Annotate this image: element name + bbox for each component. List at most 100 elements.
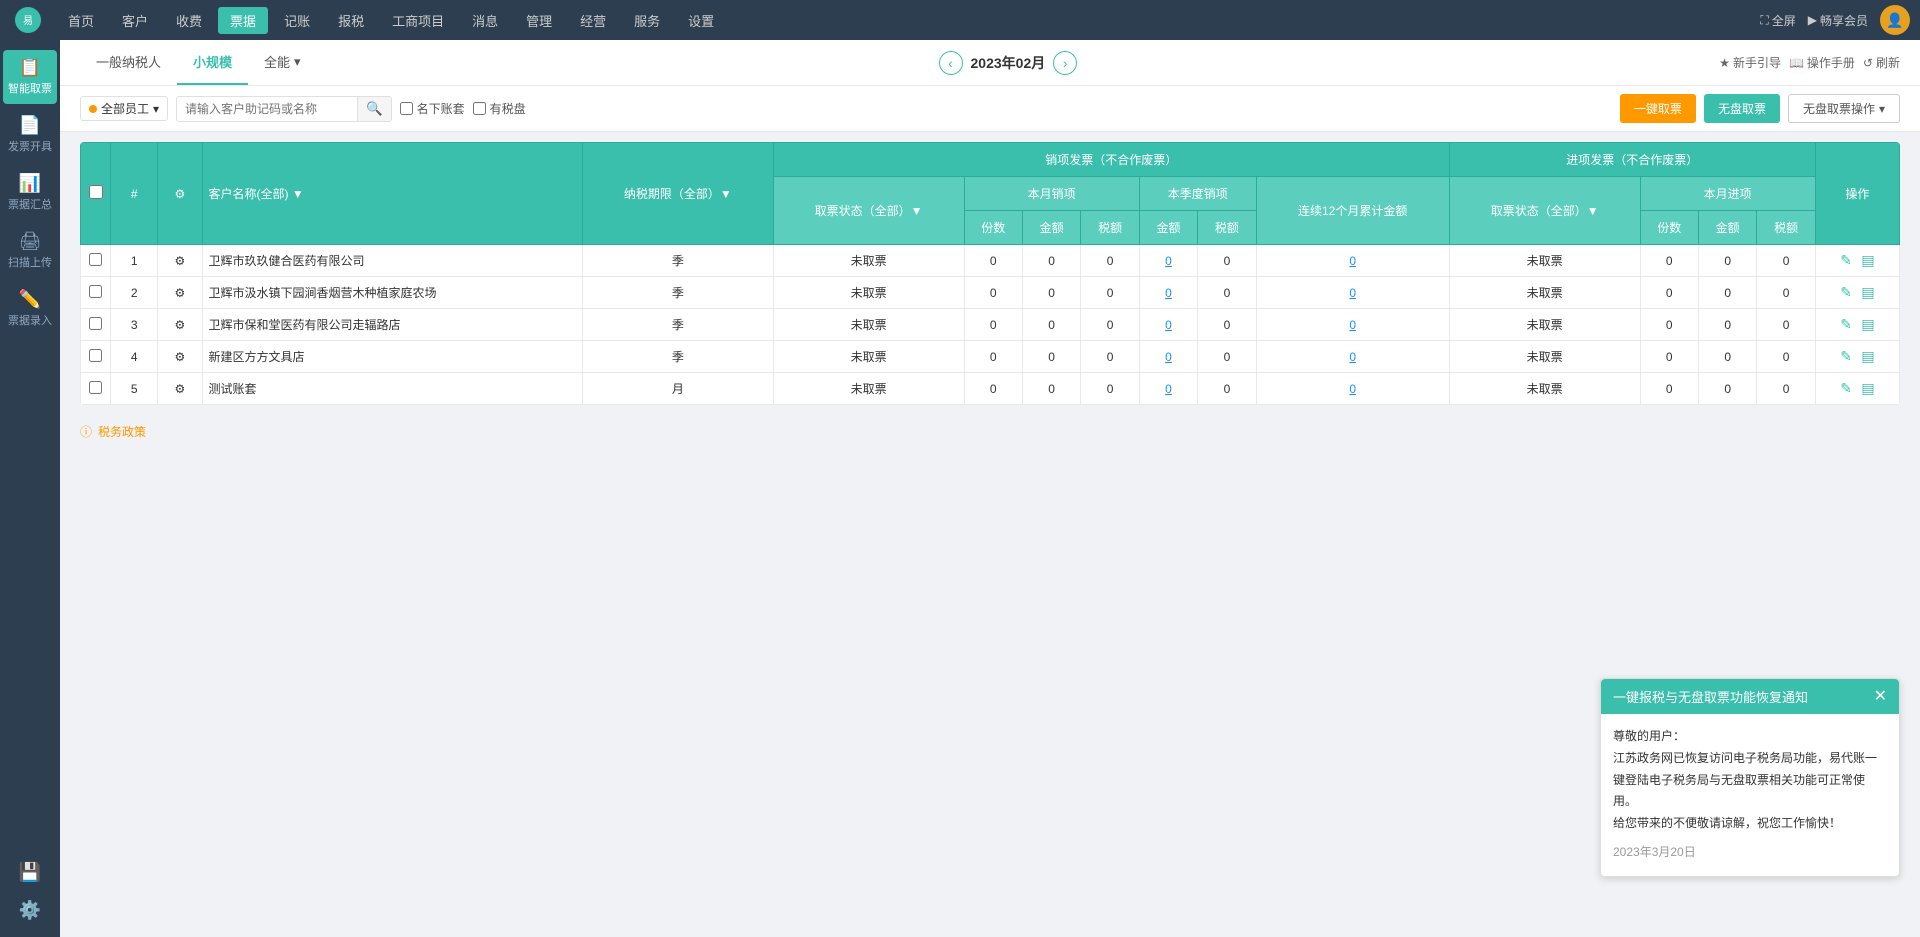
edit-icon[interactable]: ✎: [1840, 252, 1852, 268]
nav-item-服务[interactable]: 服务: [622, 7, 672, 34]
row-checkbox[interactable]: [89, 317, 102, 330]
search-button[interactable]: 🔍: [357, 97, 391, 121]
nav-item-票据[interactable]: 票据: [218, 7, 268, 34]
row-sales-month-amount: 0: [1022, 373, 1080, 405]
sidebar-item-发票开具[interactable]: 📄发票开具: [3, 108, 57, 162]
row-purchase-month-amount: 0: [1698, 309, 1756, 341]
col-month-purchase-header: 本月进项: [1640, 177, 1815, 211]
nav-item-工商项目[interactable]: 工商项目: [380, 7, 456, 34]
row-checkbox-cell: [81, 277, 111, 309]
row-settings: ⚙: [158, 277, 202, 309]
filter-my-accounts[interactable]: 名下账套: [400, 100, 465, 117]
row-sales-month-tax: 0: [1081, 309, 1139, 341]
row-sales-month-tax: 0: [1081, 373, 1139, 405]
fullscreen-btn[interactable]: ⛶ 全屏: [1760, 12, 1795, 29]
row-index: 5: [111, 373, 158, 405]
nav-item-收费[interactable]: 收费: [164, 7, 214, 34]
no-disk-ops-btn[interactable]: 无盘取票操作 ▾: [1788, 94, 1900, 123]
select-all-checkbox[interactable]: [89, 185, 103, 199]
filter-has-disk[interactable]: 有税盘: [473, 100, 526, 117]
period-prev-btn[interactable]: ‹: [939, 51, 963, 75]
col-client-header[interactable]: 客户名称(全部) ▼: [202, 143, 582, 245]
row-sales-12months: 0: [1256, 341, 1449, 373]
view-icon[interactable]: ▤: [1861, 284, 1874, 300]
guide-icon: ★: [1719, 56, 1730, 70]
sidebar-bottom: 💾 ⚙️: [3, 855, 57, 937]
edit-icon[interactable]: ✎: [1840, 380, 1852, 396]
edit-icon[interactable]: ✎: [1840, 316, 1852, 332]
member-btn[interactable]: ▶ 畅享会员: [1808, 12, 1868, 29]
view-icon[interactable]: ▤: [1861, 380, 1874, 396]
row-sales-season-amount: 0: [1139, 309, 1197, 341]
guide-btn[interactable]: ★ 新手引导: [1719, 54, 1781, 71]
refresh-btn[interactable]: ↺ 刷新: [1863, 54, 1900, 71]
row-purchase-month-tax: 0: [1757, 309, 1815, 341]
sidebar-icon: ✏️: [19, 290, 41, 308]
sidebar-item-智能取票[interactable]: 📋智能取票: [3, 50, 57, 104]
row-purchase-status: 未取票: [1449, 245, 1640, 277]
one-click-fetch-btn[interactable]: 一键取票: [1620, 94, 1696, 123]
row-actions: ✎ ▤: [1815, 373, 1899, 405]
row-checkbox[interactable]: [89, 381, 102, 394]
row-checkbox[interactable]: [89, 253, 102, 266]
nav-item-记账[interactable]: 记账: [272, 7, 322, 34]
nav-item-设置[interactable]: 设置: [676, 7, 726, 34]
tab-all[interactable]: 全能 ▾: [248, 40, 317, 85]
row-client: 测试账套: [202, 373, 582, 405]
tab-small-scale[interactable]: 小规模: [177, 40, 248, 85]
sidebar-item-票据汇总[interactable]: 📊票据汇总: [3, 166, 57, 220]
nav-item-客户[interactable]: 客户: [110, 7, 160, 34]
tax-policy-footer[interactable]: ⓘ 税务政策: [60, 415, 1920, 448]
col-period-header[interactable]: 纳税期限（全部）▼: [582, 143, 773, 245]
sidebar-item-扫描上传[interactable]: 🖨扫描上传: [3, 224, 57, 278]
view-icon[interactable]: ▤: [1861, 252, 1874, 268]
row-purchase-month-count: 0: [1640, 309, 1698, 341]
row-checkbox[interactable]: [89, 349, 102, 362]
sidebar-bottom-item[interactable]: 💾: [3, 855, 57, 889]
employee-select[interactable]: 全部员工 ▾: [80, 96, 168, 121]
no-disk-fetch-btn[interactable]: 无盘取票: [1704, 94, 1780, 123]
nav-item-管理[interactable]: 管理: [514, 7, 564, 34]
row-sales-month-amount: 0: [1022, 245, 1080, 277]
row-sales-status: 未取票: [773, 341, 964, 373]
view-icon[interactable]: ▤: [1861, 316, 1874, 332]
toolbar: 全部员工 ▾ 🔍 名下账套 有税盘 一键取票 无盘取票: [60, 86, 1920, 132]
sidebar-bottom-item[interactable]: ⚙️: [3, 893, 57, 927]
purchase-month-amount-header: 金额: [1698, 211, 1756, 245]
row-sales-season-amount: 0: [1139, 341, 1197, 373]
search-input[interactable]: [177, 98, 357, 120]
row-settings: ⚙: [158, 245, 202, 277]
nav-item-首页[interactable]: 首页: [56, 7, 106, 34]
col-ops-header: 操作: [1815, 143, 1899, 245]
sales-season-amount-header: 金额: [1139, 211, 1197, 245]
period-next-btn[interactable]: ›: [1053, 51, 1077, 75]
notification-close-btn[interactable]: ✕: [1874, 689, 1887, 705]
filter-has-disk-checkbox[interactable]: [473, 102, 486, 115]
col-settings-header: ⚙: [158, 143, 202, 245]
col-purchase-status-header[interactable]: 取票状态（全部）▼: [1449, 177, 1640, 245]
row-index: 4: [111, 341, 158, 373]
nav-item-经营[interactable]: 经营: [568, 7, 618, 34]
row-purchase-month-count: 0: [1640, 277, 1698, 309]
tab-general-taxpayer[interactable]: 一般纳税人: [80, 40, 177, 85]
tax-policy-link[interactable]: 税务政策: [98, 423, 146, 440]
row-client: 卫辉市玖玖健合医药有限公司: [202, 245, 582, 277]
filter-my-accounts-checkbox[interactable]: [400, 102, 413, 115]
edit-icon[interactable]: ✎: [1840, 284, 1852, 300]
row-purchase-month-amount: 0: [1698, 341, 1756, 373]
row-purchase-month-tax: 0: [1757, 341, 1815, 373]
edit-icon[interactable]: ✎: [1840, 348, 1852, 364]
sidebar-item-票据录入[interactable]: ✏️票据录入: [3, 282, 57, 336]
row-sales-month-amount: 0: [1022, 277, 1080, 309]
col-sales-status-header[interactable]: 取票状态（全部）▼: [773, 177, 964, 245]
row-actions: ✎ ▤: [1815, 341, 1899, 373]
row-checkbox[interactable]: [89, 285, 102, 298]
row-purchase-month-tax: 0: [1757, 277, 1815, 309]
manual-btn[interactable]: 📖 操作手册: [1789, 54, 1855, 71]
nav-item-消息[interactable]: 消息: [460, 7, 510, 34]
user-avatar[interactable]: 👤: [1880, 5, 1910, 35]
view-icon[interactable]: ▤: [1861, 348, 1874, 364]
table-row: 4 ⚙ 新建区方方文具店 季 未取票 0 0 0 0 0 0 未取票 0 0 0…: [81, 341, 1900, 373]
nav-item-报税[interactable]: 报税: [326, 7, 376, 34]
row-client: 卫辉市保和堂医药有限公司走辐路店: [202, 309, 582, 341]
